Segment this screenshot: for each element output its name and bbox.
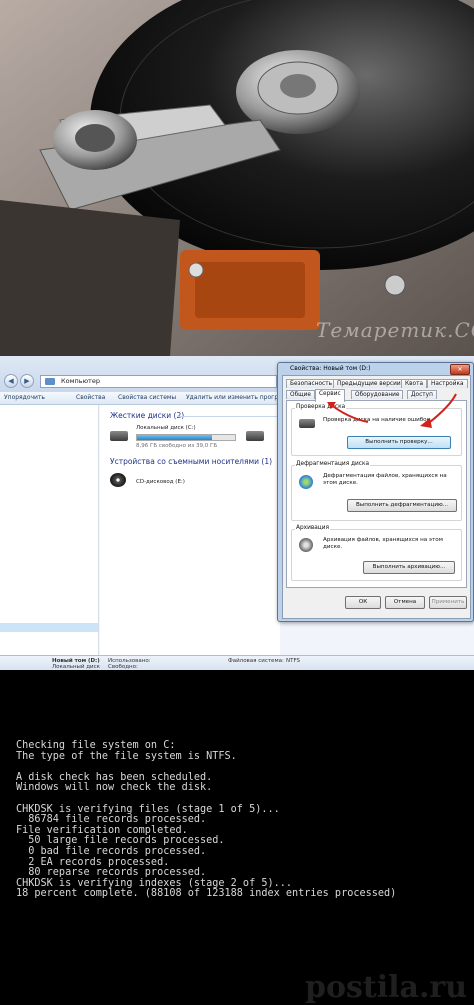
drive-c-usage-bar [136, 434, 236, 441]
drive-c-usage-fill [137, 435, 213, 440]
navigation-pane [0, 405, 99, 655]
tab-security[interactable]: Безопасность [286, 379, 337, 388]
defrag-title: Дефрагментация диска [295, 461, 371, 467]
defragment-now-button[interactable]: Выполнить дефрагментацию... [347, 499, 457, 512]
backup-title: Архивация [295, 525, 331, 531]
removable-group-header[interactable]: Устройства со съемными носителями (1) [110, 457, 272, 466]
nav-selection-highlight [0, 623, 98, 632]
back-button[interactable]: ◀ [4, 374, 18, 388]
console-line: The type of the file system is NTFS. [16, 750, 237, 762]
status-fs-value: NTFS [286, 658, 301, 664]
cd-drive-label[interactable]: CD-дисковод (E:) [136, 479, 185, 485]
status-fs-label: Файловая система: [228, 658, 284, 664]
console-line: 80 reparse records processed. [16, 867, 207, 879]
defrag-icon [299, 475, 313, 489]
console-line: Checking file system on C: [16, 740, 176, 751]
backup-icon [299, 538, 313, 552]
properties-button[interactable]: Свойства [76, 394, 105, 401]
defrag-text: Дефрагментация файлов, хранящихся на это… [323, 473, 447, 486]
tab-customize[interactable]: Настройка [427, 379, 468, 388]
backup-text: Архивация файлов, хранящихся на этом дис… [323, 537, 443, 550]
check-button-arrowhead [420, 418, 432, 428]
console-line: CHKDSK is verifying files (stage 1 of 5)… [16, 803, 280, 815]
computer-icon [45, 378, 55, 385]
system-properties-button[interactable]: Свойства системы [118, 394, 176, 401]
tools-tab-arrow [329, 403, 369, 423]
console-line: File verification completed. [16, 824, 188, 836]
ok-button[interactable]: ОК [345, 596, 381, 609]
close-button[interactable]: ✕ [450, 364, 470, 375]
apply-button[interactable]: Применить [429, 596, 467, 609]
console-line: 0 bad file records processed. [16, 846, 207, 857]
group-divider [178, 416, 278, 417]
cd-drive-icon [110, 473, 126, 487]
dialog-title: Свойства: Новый том (D:) [290, 365, 371, 372]
tab-tools[interactable]: Сервис [315, 389, 345, 402]
console-line: CHKDSK is verifying indexes (stage 2 of … [16, 877, 293, 889]
hard-drive-photo: Темаретик.СОМ [0, 0, 474, 356]
organize-button[interactable]: Упорядочить [4, 394, 45, 401]
console-line: A disk check has been scheduled. [16, 771, 213, 783]
hard-disk-icon [110, 431, 128, 441]
address-field[interactable]: Компьютер [40, 375, 277, 388]
uninstall-program-button[interactable]: Удалить или изменить прогр [186, 394, 278, 401]
hdd-group-header[interactable]: Жесткие диски (2) [110, 411, 184, 420]
photo-watermark: Темаретик.СОМ [316, 318, 474, 342]
console-line: 50 large file records processed. [16, 835, 225, 847]
tab-previous-versions[interactable]: Предыдущие версии [333, 379, 405, 388]
chkdsk-console: Checking file system on C: The type of th… [0, 670, 474, 1005]
red-arrows [326, 393, 457, 428]
check-button-arrow [429, 393, 457, 423]
details-pane: Новый том (D:) Локальный диск Использова… [0, 655, 474, 670]
tab-quota[interactable]: Квота [401, 379, 428, 388]
hard-drive-image [0, 0, 474, 356]
address-text: Компьютер [61, 377, 100, 385]
console-line: Windows will now check the disk. [16, 782, 213, 794]
console-line: 2 EA records processed. [16, 856, 170, 868]
console-line: 86784 file records processed. [16, 814, 207, 826]
drive-c-free-space: 8,96 ГБ свободно из 39,0 ГБ [136, 443, 218, 449]
backup-now-button[interactable]: Выполнить архивацию... [363, 561, 455, 574]
hard-disk-d-icon[interactable] [246, 431, 264, 441]
console-line: 18 percent complete. (88108 of 123188 in… [16, 888, 397, 900]
content-pane: Жесткие диски (2) Локальный диск (C:) 8,… [100, 405, 280, 655]
cancel-button[interactable]: Отмена [385, 596, 425, 609]
forward-button[interactable]: ▶ [20, 374, 34, 388]
drive-c-label[interactable]: Локальный диск (C:) [136, 425, 196, 431]
